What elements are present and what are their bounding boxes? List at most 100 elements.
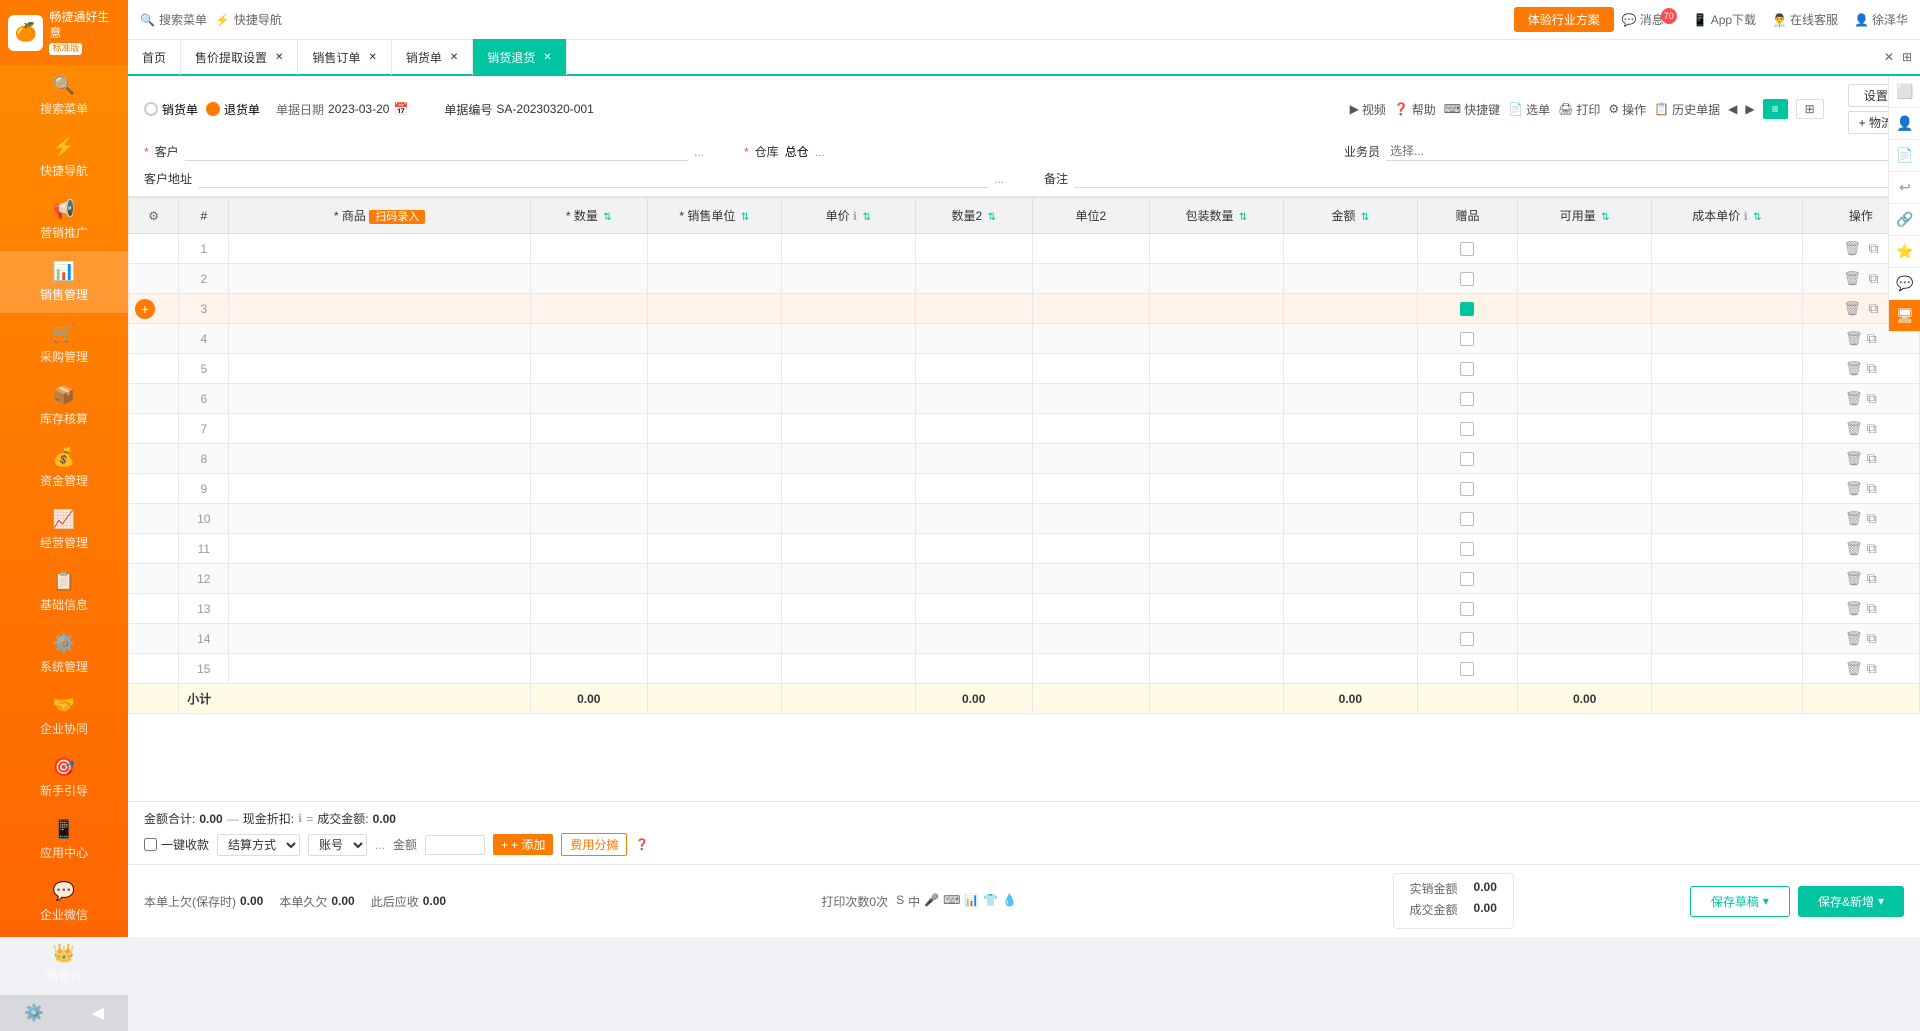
copy-row-11[interactable]: ⧉	[1867, 540, 1877, 556]
copy-row-7[interactable]: ⧉	[1867, 420, 1877, 436]
copy-row-2[interactable]: ⧉	[1868, 270, 1878, 286]
discount-info-icon[interactable]: ℹ	[298, 812, 302, 825]
sidebar-item-marketing[interactable]: 📢 营销推广	[0, 189, 128, 251]
account-ellipsis[interactable]: ...	[375, 838, 385, 852]
copy-row-10[interactable]: ⧉	[1867, 510, 1877, 526]
gift-cb-4[interactable]	[1460, 332, 1474, 346]
calc-method-select[interactable]: 结算方式	[217, 834, 300, 856]
gift-cb-14[interactable]	[1460, 632, 1474, 646]
delete-row-11[interactable]: 🗑	[1845, 540, 1863, 556]
rs-item-5[interactable]: 🔗	[1889, 204, 1920, 236]
user-avatar[interactable]: 👤 徐泽华	[1854, 11, 1908, 28]
save-draft-button[interactable]: 保存草稿 ▾	[1690, 886, 1790, 917]
amount-input[interactable]	[425, 835, 485, 855]
gift-cb-2[interactable]	[1460, 272, 1474, 286]
delete-row-10[interactable]: 🗑	[1845, 510, 1863, 526]
goods-input-3[interactable]	[235, 302, 523, 316]
rs-item-6[interactable]: ⭐	[1889, 236, 1920, 268]
delete-row-14[interactable]: 🗑	[1845, 630, 1863, 646]
sidebar-item-inventory[interactable]: 📦 库存核算	[0, 375, 128, 437]
tab-home[interactable]: 首页	[128, 39, 181, 75]
rs-item-2[interactable]: 👤	[1889, 108, 1920, 140]
delete-row-13[interactable]: 🗑	[1845, 600, 1863, 616]
salesperson-input[interactable]	[1386, 142, 1888, 161]
sidebar-item-enterprise[interactable]: 🤝 企业协同	[0, 685, 128, 747]
toolbar-icon-2[interactable]: 中	[908, 893, 920, 910]
remark-input[interactable]	[1074, 169, 1904, 188]
customer-select-icon[interactable]: ...	[694, 145, 704, 159]
delete-row-3[interactable]: 🗑	[1843, 300, 1861, 316]
fee-split-help-icon[interactable]: ❓	[635, 838, 649, 851]
delete-row-8[interactable]: 🗑	[1845, 450, 1863, 466]
delete-row-6[interactable]: 🗑	[1845, 390, 1863, 406]
tab-close-sales-delivery[interactable]: ✕	[450, 52, 458, 63]
delete-row-12[interactable]: 🗑	[1845, 570, 1863, 586]
toolbar-icon-6[interactable]: 👕	[983, 893, 998, 910]
app-logo[interactable]: 🍊 畅捷通好生意 标准版	[0, 0, 128, 65]
one-click-checkbox[interactable]	[144, 838, 157, 851]
tab-close-sales-order[interactable]: ✕	[368, 52, 376, 63]
gift-cb-7[interactable]	[1460, 422, 1474, 436]
next-record-icon[interactable]: ▶	[1745, 102, 1754, 116]
operate-action[interactable]: ⚙ 操作	[1608, 101, 1646, 118]
gift-cb-1[interactable]	[1460, 242, 1474, 256]
tab-menu-icon[interactable]: ⊞	[1902, 50, 1912, 64]
sidebar-settings-icon[interactable]: ⚙️	[24, 1003, 44, 1023]
add-row-button[interactable]: +	[135, 299, 155, 319]
sidebar-item-newguide[interactable]: 🎯 新手引导	[0, 747, 128, 809]
quick-nav-button[interactable]: ⚡ 快捷导航	[215, 11, 282, 28]
copy-row-1[interactable]: ⧉	[1868, 240, 1878, 256]
rs-item-8[interactable]: 🖥	[1889, 300, 1920, 332]
radio-return[interactable]: 退货单	[206, 101, 260, 118]
delete-row-4[interactable]: 🗑	[1845, 330, 1863, 346]
prev-record-icon[interactable]: ◀	[1728, 102, 1737, 116]
sidebar-item-wechat[interactable]: 💬 企业微信	[0, 871, 128, 933]
select-action[interactable]: 📄 选单	[1508, 101, 1550, 118]
toolbar-icon-5[interactable]: 📊	[964, 893, 979, 910]
list-view-button[interactable]: ≡	[1763, 99, 1788, 119]
add-fee-button[interactable]: + + 添加	[493, 834, 553, 855]
delete-row-7[interactable]: 🗑	[1845, 420, 1863, 436]
sidebar-item-quicknav[interactable]: ⚡ 快捷导航	[0, 127, 128, 189]
col-gear[interactable]: ⚙	[129, 198, 179, 234]
delete-row-2[interactable]: 🗑	[1843, 270, 1861, 286]
trial-button[interactable]: 体验行业方案	[1514, 7, 1614, 32]
sidebar-item-finance[interactable]: 💰 资金管理	[0, 437, 128, 499]
search-menu-button[interactable]: 🔍 搜索菜单	[140, 11, 207, 28]
delete-row-1[interactable]: 🗑	[1843, 240, 1861, 256]
sidebar-item-apps[interactable]: 📱 应用中心	[0, 809, 128, 871]
fee-split-button[interactable]: 费用分摊	[561, 833, 627, 856]
help-action[interactable]: ❓ 帮助	[1394, 101, 1436, 118]
sidebar-item-basic[interactable]: 📋 基础信息	[0, 561, 128, 623]
address-select-icon[interactable]: ...	[994, 172, 1004, 186]
tab-close-sales-return[interactable]: ✕	[543, 52, 551, 63]
gift-cb-8[interactable]	[1460, 452, 1474, 466]
one-click-payment-check[interactable]: 一键收款	[144, 836, 209, 853]
cost-info-icon[interactable]: ℹ	[1744, 211, 1748, 223]
copy-row-4[interactable]: ⧉	[1867, 330, 1877, 346]
toolbar-icon-7[interactable]: 💧	[1002, 893, 1017, 910]
sidebar-item-search[interactable]: 🔍 搜索菜单	[0, 65, 128, 127]
sidebar-item-purchase[interactable]: 🛒 采购管理	[0, 313, 128, 375]
tab-sales-order[interactable]: 销售订单 ✕	[298, 39, 391, 75]
print-action[interactable]: 🖨 打印	[1558, 101, 1600, 118]
shortcut-action[interactable]: ⌨ 快捷键	[1444, 101, 1500, 118]
app-download-button[interactable]: 📱 App下载	[1693, 11, 1756, 28]
warehouse-select-icon[interactable]: ...	[815, 145, 825, 159]
sidebar-item-sales[interactable]: 📊 销售管理	[0, 251, 128, 313]
radio-sales[interactable]: 销货单	[144, 101, 198, 118]
gift-cb-6[interactable]	[1460, 392, 1474, 406]
delete-row-9[interactable]: 🗑	[1845, 480, 1863, 496]
customer-input[interactable]	[185, 142, 688, 161]
sidebar-item-operation[interactable]: 📈 经营管理	[0, 499, 128, 561]
toolbar-icon-4[interactable]: ⌨	[943, 893, 960, 910]
rs-item-3[interactable]: 📄	[1889, 140, 1920, 172]
save-and-new-button[interactable]: 保存&新增 ▾	[1798, 886, 1904, 917]
toolbar-icon-1[interactable]: S	[896, 893, 904, 910]
sidebar-item-member[interactable]: 👑 畅会员	[0, 933, 128, 995]
gift-cb-3[interactable]	[1460, 302, 1474, 316]
gift-cb-5[interactable]	[1460, 362, 1474, 376]
toolbar-icon-3[interactable]: 🎤	[924, 893, 939, 910]
rs-item-4[interactable]: ↩	[1889, 172, 1920, 204]
delete-row-15[interactable]: 🗑	[1845, 660, 1863, 676]
